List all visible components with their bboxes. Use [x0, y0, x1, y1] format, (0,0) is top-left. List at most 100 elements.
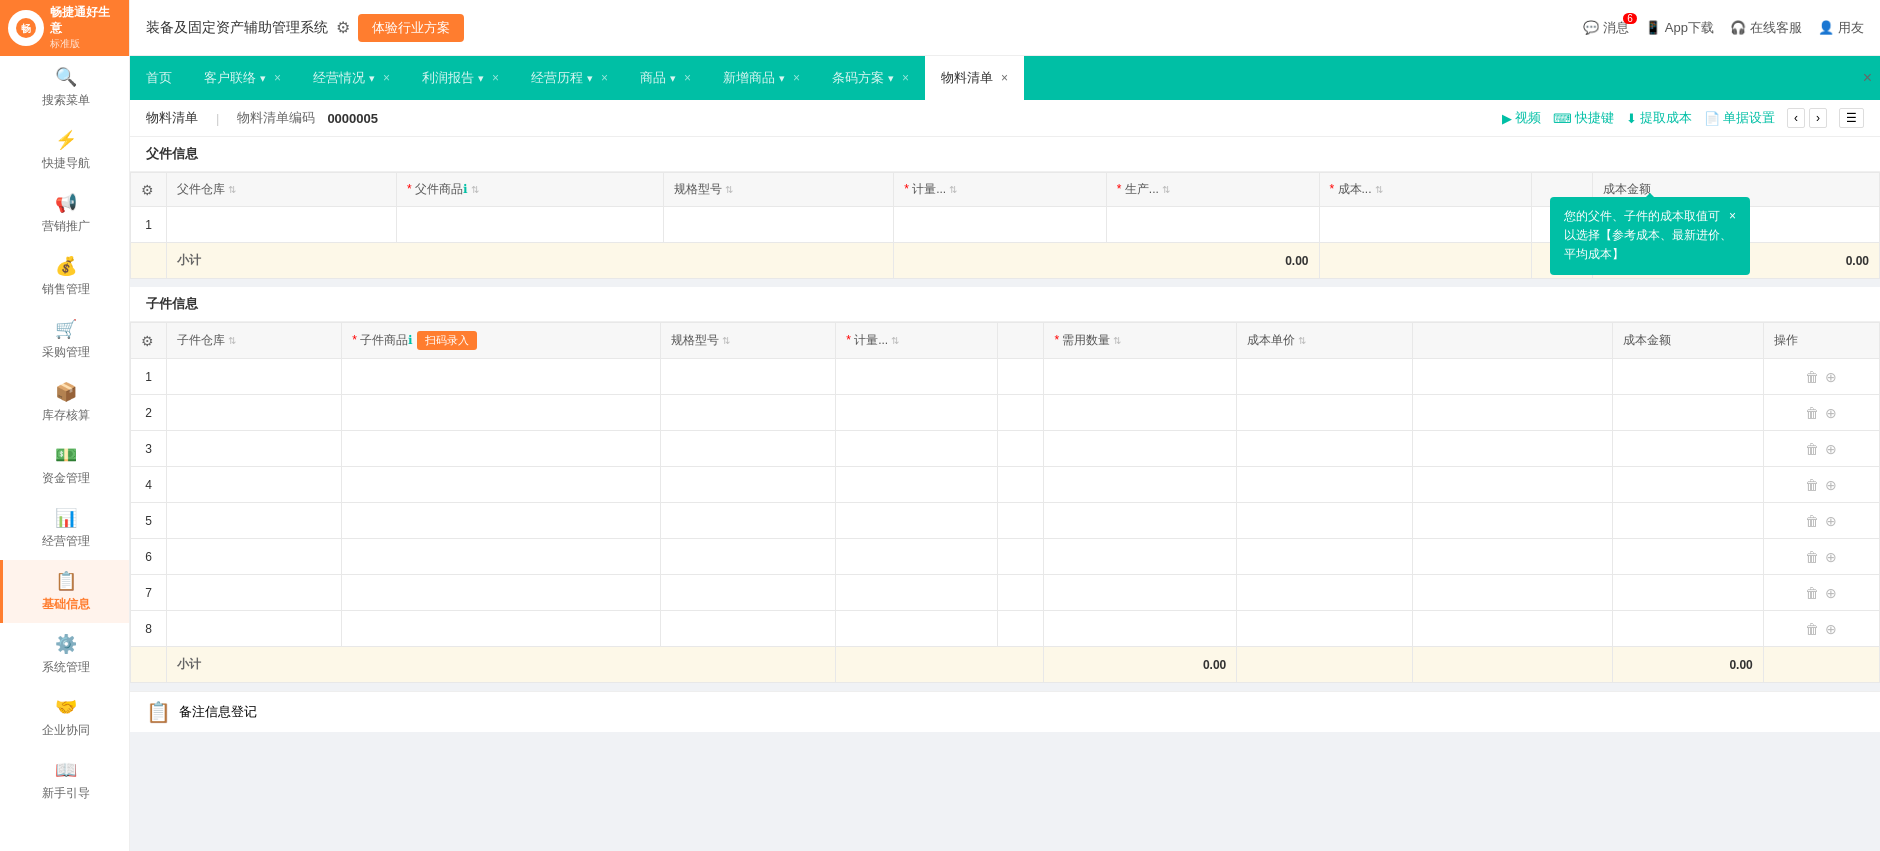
tooltip-close-button[interactable]: × [1729, 207, 1736, 226]
child-row-2-warehouse[interactable] [167, 395, 342, 431]
sidebar-item-marketing[interactable]: 📢 营销推广 [0, 182, 129, 245]
child-col-unit-cost: 成本单价⇅ [1237, 323, 1412, 359]
child-gear-icon[interactable]: ⚙ [141, 333, 154, 349]
copy-icon-5[interactable]: ⊕ [1825, 513, 1837, 529]
online-service-button[interactable]: 🎧 在线客服 [1730, 19, 1802, 37]
parent-row-1-goods[interactable] [396, 207, 663, 243]
sidebar-item-sales[interactable]: 💰 销售管理 [0, 245, 129, 308]
parent-goods-info-icon[interactable]: ℹ [463, 182, 468, 196]
svg-text:畅: 畅 [21, 23, 31, 34]
copy-icon-6[interactable]: ⊕ [1825, 549, 1837, 565]
child-row-1-warehouse[interactable] [167, 359, 342, 395]
tab-bar-close[interactable]: × [1855, 69, 1880, 87]
copy-icon-4[interactable]: ⊕ [1825, 477, 1837, 493]
sidebar-item-search[interactable]: 🔍 搜索菜单 [0, 56, 129, 119]
delete-icon-8[interactable]: 🗑 [1805, 621, 1819, 637]
sidebar-item-finance[interactable]: 💵 资金管理 [0, 434, 129, 497]
app-name: 畅捷通好生意 [50, 5, 121, 36]
child-row-1-unit[interactable] [836, 359, 998, 395]
child-row-2-unit-cost[interactable] [1237, 395, 1412, 431]
delete-icon-7[interactable]: 🗑 [1805, 585, 1819, 601]
view-action[interactable]: ▶ 视频 [1502, 109, 1541, 127]
tab-new-goods-arrow: ▾ [779, 72, 785, 85]
tab-new-goods-close[interactable]: × [793, 71, 800, 85]
delete-icon-6[interactable]: 🗑 [1805, 549, 1819, 565]
trial-button[interactable]: 体验行业方案 [358, 14, 464, 42]
message-button[interactable]: 💬 消息 6 [1583, 19, 1629, 37]
sidebar-item-enterprise[interactable]: 🤝 企业协同 [0, 686, 129, 749]
child-row-2-spec[interactable] [660, 395, 835, 431]
enterprise-icon: 🤝 [55, 696, 77, 718]
child-col-unit: * 计量...⇅ [836, 323, 998, 359]
app-download-button[interactable]: 📱 App下载 [1645, 19, 1714, 37]
sidebar-item-operations[interactable]: 📊 经营管理 [0, 497, 129, 560]
tab-goods[interactable]: 商品 ▾ × [624, 56, 707, 100]
sidebar-item-guide[interactable]: 📖 新手引导 [0, 749, 129, 812]
parent-subtotal-spacer1 [1319, 243, 1532, 279]
tab-profit[interactable]: 利润报告 ▾ × [406, 56, 515, 100]
tab-customer[interactable]: 客户联络 ▾ × [188, 56, 297, 100]
tab-history-close[interactable]: × [601, 71, 608, 85]
child-row-1-spacer [998, 359, 1044, 395]
tab-bom-close[interactable]: × [1001, 71, 1008, 85]
guide-icon: 📖 [55, 759, 77, 781]
child-row-2-qty[interactable] [1044, 395, 1237, 431]
tab-history[interactable]: 经营历程 ▾ × [515, 56, 624, 100]
tab-new-goods[interactable]: 新增商品 ▾ × [707, 56, 816, 100]
sidebar-item-purchase[interactable]: 🛒 采购管理 [0, 308, 129, 371]
child-row-1-unit-cost[interactable] [1237, 359, 1412, 395]
scan-input-button[interactable]: 扫码录入 [417, 331, 477, 350]
copy-icon-8[interactable]: ⊕ [1825, 621, 1837, 637]
next-button[interactable]: › [1809, 108, 1827, 128]
delete-icon-5[interactable]: 🗑 [1805, 513, 1819, 529]
parent-row-1-unit[interactable] [894, 207, 1107, 243]
child-goods-info-icon[interactable]: ℹ [408, 333, 413, 347]
sidebar-item-system[interactable]: ⚙️ 系统管理 [0, 623, 129, 686]
tab-barcode[interactable]: 条码方案 ▾ × [816, 56, 925, 100]
parent-row-1-production[interactable] [1106, 207, 1319, 243]
child-row-1-qty[interactable] [1044, 359, 1237, 395]
tab-goods-close[interactable]: × [684, 71, 691, 85]
extract-cost-action[interactable]: ⬇ 提取成本 [1626, 109, 1692, 127]
remark-icon[interactable]: 📋 [146, 700, 171, 724]
tab-history-label: 经营历程 [531, 69, 583, 87]
tab-customer-close[interactable]: × [274, 71, 281, 85]
delete-icon-3[interactable]: 🗑 [1805, 441, 1819, 457]
delete-icon-2[interactable]: 🗑 [1805, 405, 1819, 421]
child-row-1-goods[interactable] [342, 359, 661, 395]
child-row-1-spec[interactable] [660, 359, 835, 395]
parent-row-1-cost[interactable] [1319, 207, 1532, 243]
tab-ops-close[interactable]: × [383, 71, 390, 85]
copy-icon-7[interactable]: ⊕ [1825, 585, 1837, 601]
sidebar-item-basic-info[interactable]: 📋 基础信息 [0, 560, 129, 623]
tab-bom[interactable]: 物料清单 × [925, 56, 1024, 100]
parent-row-1-spec[interactable] [664, 207, 894, 243]
user-menu[interactable]: 👤 用友 [1818, 19, 1864, 37]
child-subtotal-amount: 0.00 [1612, 647, 1763, 683]
sidebar-item-inventory[interactable]: 📦 库存核算 [0, 371, 129, 434]
delete-icon-4[interactable]: 🗑 [1805, 477, 1819, 493]
settings-button[interactable]: ⚙ [336, 18, 350, 37]
tab-customer-arrow: ▾ [260, 72, 266, 85]
child-section: 子件信息 ⚙ 子件仓库⇅ * 子件商品ℹ 扫码录入 规格型号⇅ * 计量...⇅ [130, 287, 1880, 683]
shortcut-action[interactable]: ⌨ 快捷键 [1553, 109, 1614, 127]
gear-icon[interactable]: ⚙ [141, 182, 154, 198]
tab-home[interactable]: 首页 [130, 56, 188, 100]
tab-history-arrow: ▾ [587, 72, 593, 85]
copy-icon-3[interactable]: ⊕ [1825, 441, 1837, 457]
child-row-2-unit[interactable] [836, 395, 998, 431]
child-row-2: 2 🗑 [131, 395, 1880, 431]
single-settings-action[interactable]: 📄 单据设置 [1704, 109, 1775, 127]
child-col-spacer2 [1412, 323, 1612, 359]
tab-barcode-close[interactable]: × [902, 71, 909, 85]
list-view-button[interactable]: ☰ [1839, 108, 1864, 128]
tab-operations-status[interactable]: 经营情况 ▾ × [297, 56, 406, 100]
copy-icon-2[interactable]: ⊕ [1825, 405, 1837, 421]
sidebar-item-quicknav[interactable]: ⚡ 快捷导航 [0, 119, 129, 182]
delete-icon-1[interactable]: 🗑 [1805, 369, 1819, 385]
parent-row-1-warehouse[interactable] [167, 207, 397, 243]
prev-button[interactable]: ‹ [1787, 108, 1805, 128]
child-row-2-goods[interactable] [342, 395, 661, 431]
copy-icon-1[interactable]: ⊕ [1825, 369, 1837, 385]
tab-profit-close[interactable]: × [492, 71, 499, 85]
